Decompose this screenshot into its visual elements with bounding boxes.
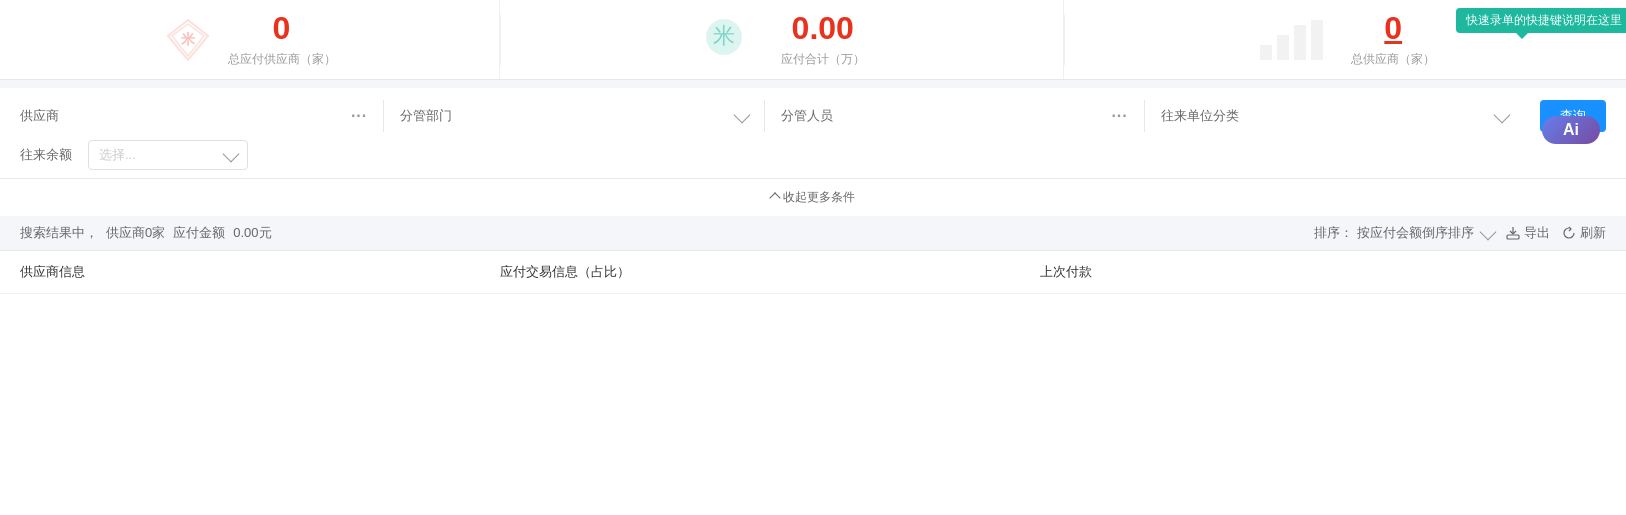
- results-summary: 搜索结果中， 供应商0家 应付金额 0.00元: [20, 224, 272, 242]
- department-chevron-icon: [733, 106, 750, 123]
- collapse-button[interactable]: 收起更多条件: [755, 185, 871, 210]
- shortcut-tooltip: 快速录单的快捷键说明在这里 ×: [1456, 8, 1626, 33]
- export-button[interactable]: 导出: [1506, 224, 1550, 242]
- ai-badge[interactable]: Ai: [1542, 116, 1600, 144]
- department-select[interactable]: [460, 109, 747, 124]
- export-icon: [1506, 226, 1520, 240]
- chevron-up-1-icon: [769, 192, 780, 203]
- collapse-chevrons-icon: [771, 194, 779, 202]
- stats-bar: 米 0 总应付供应商（家） 米 0.00 应付合计（万） 0 总供应商: [0, 0, 1626, 80]
- tooltip-text: 快速录单的快捷键说明在这里: [1466, 12, 1622, 29]
- supplier-input[interactable]: [78, 109, 351, 124]
- svg-text:米: 米: [713, 23, 735, 48]
- balance-chevron-icon: [223, 145, 240, 162]
- balance-label: 往来余额: [20, 146, 80, 164]
- total-payable-label: 总应付供应商（家）: [228, 51, 336, 68]
- sort-select[interactable]: 排序： 按应付会额倒序排序: [1314, 224, 1494, 242]
- col-header-supplier: 供应商信息: [20, 263, 500, 281]
- svg-rect-7: [1294, 25, 1306, 60]
- amount-value: 0.00元: [233, 224, 271, 242]
- collapse-label: 收起更多条件: [783, 189, 855, 206]
- export-label: 导出: [1524, 224, 1550, 242]
- svg-text:米: 米: [180, 31, 196, 47]
- department-label: 分管部门: [400, 107, 452, 125]
- amount-label: 应付金额: [173, 224, 225, 242]
- col-header-last-payment: 上次付款: [1040, 263, 1606, 281]
- diamond-logo-icon: 米: [164, 16, 212, 64]
- results-actions: 排序： 按应付会额倒序排序 导出 刷新: [1314, 224, 1606, 242]
- unit-category-label: 往来单位分类: [1161, 107, 1239, 125]
- filter-bar: 供应商 ··· 分管部门 分管人员 ··· 往来单位分类: [0, 88, 1626, 179]
- payable-total-number: 0.00: [792, 11, 854, 46]
- collapse-bar: 收起更多条件: [0, 179, 1626, 216]
- supplier-filter-group: 供应商 ···: [20, 100, 384, 132]
- total-payable-number: 0: [273, 11, 291, 46]
- total-suppliers-number: 0: [1384, 11, 1402, 46]
- person-input[interactable]: [841, 109, 1112, 124]
- svg-rect-8: [1311, 20, 1323, 60]
- sort-value: 按应付会额倒序排序: [1357, 224, 1474, 242]
- payable-total-label: 应付合计（万）: [781, 51, 865, 68]
- stat-total-payable-suppliers: 米 0 总应付供应商（家）: [0, 0, 500, 79]
- stat-total-suppliers: 0 总供应商（家） 快速录单的快捷键说明在这里 ×: [1065, 0, 1627, 79]
- mint-mascot-icon: 米: [699, 15, 749, 65]
- supplier-label: 供应商: [20, 107, 70, 125]
- chart-ghost-icon: [1255, 15, 1325, 65]
- filter-row-1: 供应商 ··· 分管部门 分管人员 ··· 往来单位分类: [20, 100, 1606, 132]
- department-filter-group: 分管部门: [384, 100, 764, 132]
- stat-info-payable: 0 总应付供应商（家）: [228, 11, 336, 67]
- stat-info-total: 0.00 应付合计（万）: [781, 11, 865, 67]
- svg-rect-5: [1260, 45, 1272, 60]
- unit-category-filter-group: 往来单位分类: [1145, 100, 1524, 132]
- col-header-transaction: 应付交易信息（占比）: [500, 263, 1040, 281]
- filter-row-2: 往来余额 选择...: [20, 140, 1606, 170]
- supplier-count: 供应商0家: [106, 224, 165, 242]
- sort-label: 排序：: [1314, 224, 1353, 242]
- balance-select-placeholder: 选择...: [99, 146, 225, 164]
- person-label: 分管人员: [781, 107, 833, 125]
- stat-payable-total: 米 0.00 应付合计（万）: [501, 0, 1064, 79]
- search-result-label: 搜索结果中，: [20, 224, 98, 242]
- balance-select[interactable]: 选择...: [88, 140, 248, 170]
- svg-rect-9: [1507, 235, 1519, 239]
- unit-category-select[interactable]: [1247, 109, 1508, 124]
- svg-rect-6: [1277, 35, 1289, 60]
- refresh-icon: [1562, 226, 1576, 240]
- stat-info-suppliers: 0 总供应商（家）: [1351, 11, 1435, 67]
- total-suppliers-label: 总供应商（家）: [1351, 51, 1435, 68]
- refresh-label: 刷新: [1580, 224, 1606, 242]
- sort-chevron-icon: [1480, 223, 1497, 240]
- table-header: 供应商信息 应付交易信息（占比） 上次付款: [0, 251, 1626, 294]
- person-more-button[interactable]: ···: [1111, 107, 1127, 125]
- person-filter-group: 分管人员 ···: [765, 100, 1145, 132]
- unit-category-chevron-icon: [1494, 106, 1511, 123]
- results-bar: 搜索结果中， 供应商0家 应付金额 0.00元 排序： 按应付会额倒序排序 导出: [0, 216, 1626, 251]
- table-body: [0, 294, 1626, 515]
- refresh-button[interactable]: 刷新: [1562, 224, 1606, 242]
- supplier-more-button[interactable]: ···: [351, 107, 367, 125]
